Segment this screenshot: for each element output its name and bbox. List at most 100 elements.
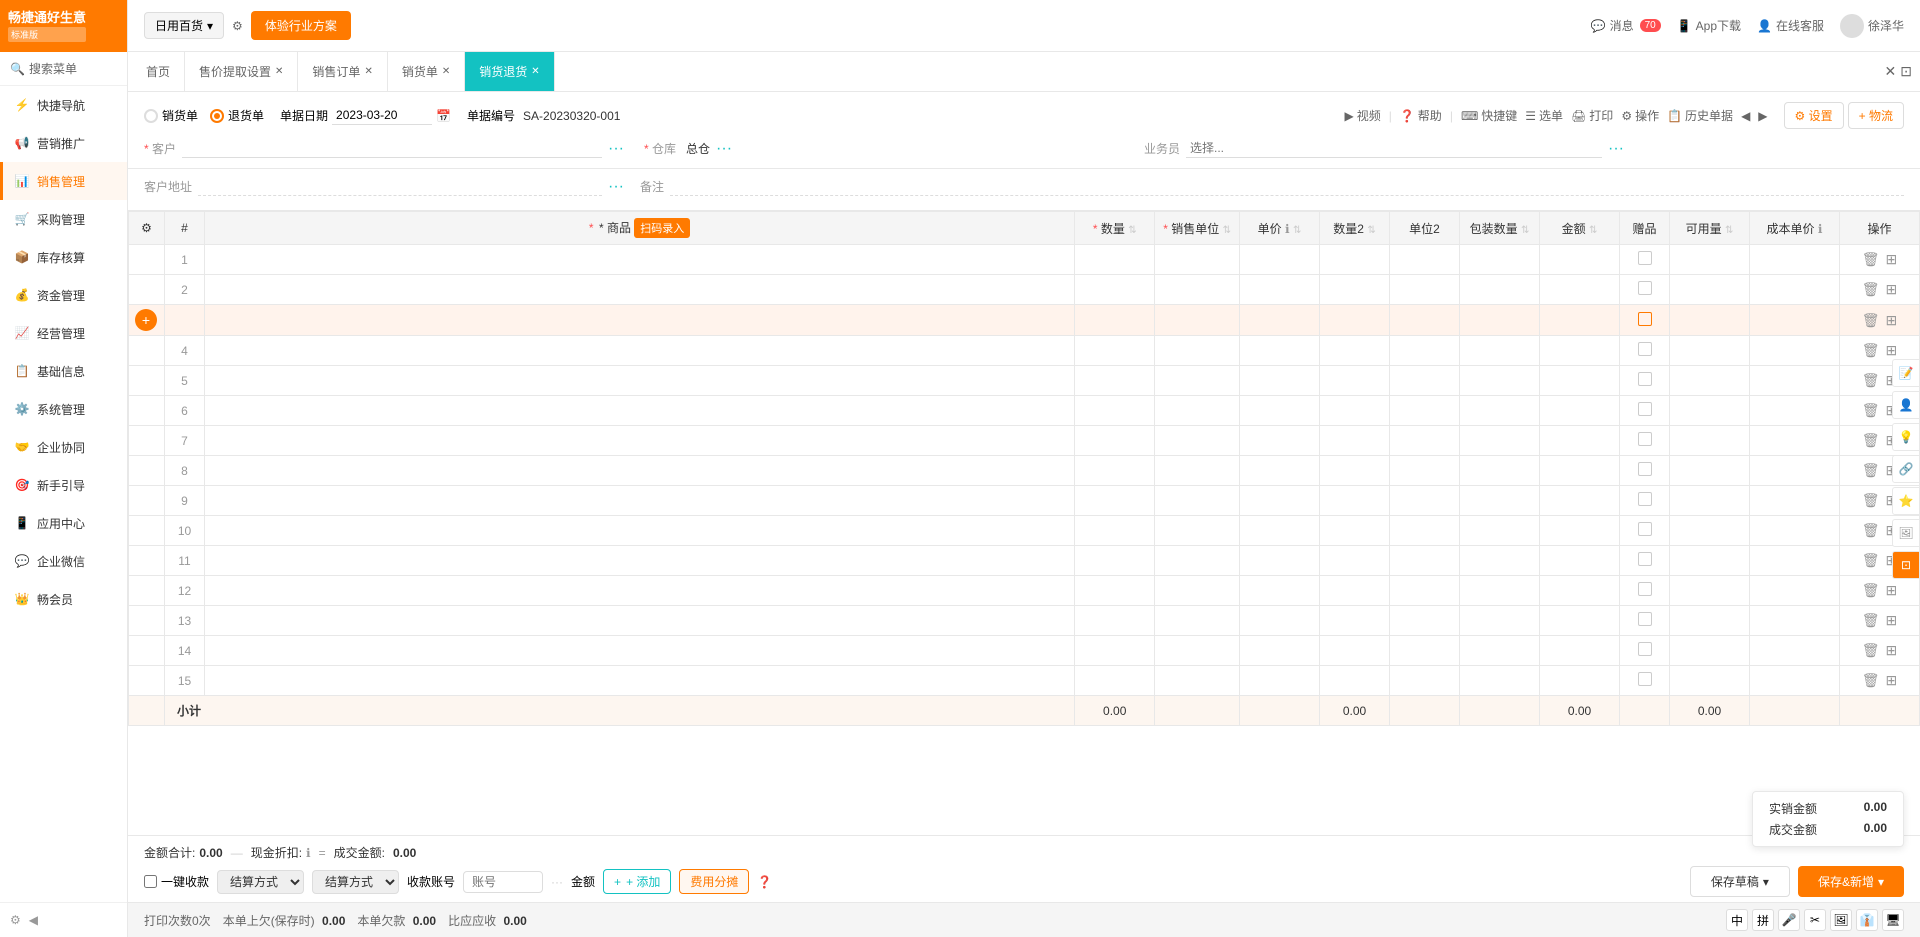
row-3-gift-checkbox[interactable] (1638, 312, 1652, 326)
col-sale-unit-header[interactable]: * 销售单位 ⇅ (1155, 212, 1240, 245)
footer-icon-4[interactable]: ✂ (1804, 909, 1826, 931)
tab-sale-price-setting[interactable]: 售价提取设置 ✕ (185, 52, 298, 91)
avail-sort-icon[interactable]: ⇅ (1725, 225, 1733, 236)
sidebar-item-purchase-mgmt[interactable]: 🛒 采购管理 (0, 200, 127, 238)
row-2-goods[interactable] (205, 275, 1075, 305)
settings-bottom-icon[interactable]: ⚙ (10, 913, 21, 927)
row-3-gift[interactable] (1620, 305, 1670, 336)
footer-icon-1[interactable]: 中 (1726, 909, 1748, 931)
cash-discount-info-icon[interactable]: ℹ (306, 846, 311, 860)
row-gift-checkbox[interactable] (1638, 552, 1652, 566)
sidebar-item-search-menu[interactable]: 🔍 搜索菜单 (0, 52, 127, 86)
tab-sale-return-close[interactable]: ✕ (531, 66, 539, 77)
row-2-amount[interactable] (1540, 275, 1620, 305)
warehouse-select-btn[interactable]: ··· (716, 140, 732, 158)
row-3-copy-icon[interactable]: ⊞ (1886, 312, 1898, 329)
delete-icon[interactable]: 🗑 (1862, 342, 1880, 359)
row-gift-checkbox[interactable] (1638, 522, 1652, 536)
row-2-unit[interactable] (1155, 275, 1240, 305)
sidebar-item-inventory[interactable]: 📦 库存核算 (0, 238, 127, 276)
delete-icon[interactable]: 🗑 (1862, 522, 1880, 539)
row-1-gift-checkbox[interactable] (1638, 251, 1652, 265)
col-pack-header[interactable]: 包装数量 ⇅ (1460, 212, 1540, 245)
copy-icon[interactable]: ⊞ (1886, 612, 1898, 629)
set-btn[interactable]: ⚙ 设置 (1784, 102, 1844, 129)
footer-icon-6[interactable]: 👔 (1856, 909, 1878, 931)
expense-split-btn[interactable]: 费用分摊 (679, 869, 749, 894)
sidebar-item-sys-mgmt[interactable]: ⚙️ 系统管理 (0, 390, 127, 428)
row-2-qty2[interactable] (1320, 275, 1390, 305)
sidebar-item-ops[interactable]: 📈 经营管理 (0, 314, 127, 352)
row-3-pack[interactable] (1460, 305, 1540, 336)
message-item[interactable]: 💬 消息 70 (1591, 17, 1661, 34)
one-click-pay-checkbox[interactable]: 一键收款 (144, 873, 209, 890)
row-3-unit2[interactable] (1390, 305, 1460, 336)
close-all-tabs-btn[interactable]: ✕ (1885, 63, 1897, 80)
customer-address-select-btn[interactable]: ··· (608, 178, 624, 196)
row-1-qty2[interactable] (1320, 245, 1390, 275)
tab-sale-return[interactable]: 销货退货 ✕ (465, 52, 554, 91)
collapse-icon[interactable]: ◀ (29, 913, 38, 927)
copy-icon[interactable]: ⊞ (1886, 342, 1898, 359)
delete-icon[interactable]: 🗑 (1862, 552, 1880, 569)
row-3-goods[interactable] (205, 305, 1075, 336)
delete-icon[interactable]: 🗑 (1862, 642, 1880, 659)
pack-sort-icon[interactable]: ⇅ (1521, 225, 1529, 236)
delete-icon[interactable]: 🗑 (1862, 582, 1880, 599)
row-2-gift[interactable] (1620, 275, 1670, 305)
footer-icon-2[interactable]: 拼 (1752, 909, 1774, 931)
row-gift-checkbox[interactable] (1638, 402, 1652, 416)
customer-select-btn[interactable]: ··· (608, 140, 624, 158)
row-2-delete-icon[interactable]: 🗑 (1862, 281, 1880, 298)
row-3-price[interactable] (1240, 305, 1320, 336)
sidebar-item-basic-info[interactable]: 📋 基础信息 (0, 352, 127, 390)
row-3-qty[interactable] (1075, 305, 1155, 336)
salesperson-select-btn[interactable]: ··· (1608, 140, 1624, 158)
right-edge-item-1[interactable]: 📝 (1892, 359, 1920, 387)
copy-icon[interactable]: ⊞ (1886, 642, 1898, 659)
row-1-unit[interactable] (1155, 245, 1240, 275)
row-1-qty[interactable] (1075, 245, 1155, 275)
col-settings-header[interactable]: ⚙ (129, 212, 165, 245)
expense-info-icon[interactable]: ❓ (757, 875, 772, 889)
row-1-pack[interactable] (1460, 245, 1540, 275)
tab-sale-price-setting-close[interactable]: ✕ (275, 66, 283, 77)
toolbar-operate[interactable]: ⚙ 操作 (1621, 107, 1659, 124)
industry-select[interactable]: 日用百货 ▾ (144, 12, 224, 39)
right-edge-item-7[interactable]: ⊡ (1892, 551, 1920, 579)
row-3-qty2[interactable] (1320, 305, 1390, 336)
row-1-amount[interactable] (1540, 245, 1620, 275)
row-1-goods[interactable] (205, 245, 1075, 275)
delete-icon[interactable]: 🗑 (1862, 372, 1880, 389)
toolbar-shortcut[interactable]: ⌨ 快捷键 (1461, 107, 1517, 124)
row-2-copy-icon[interactable]: ⊞ (1886, 281, 1898, 298)
sidebar-item-member[interactable]: 👑 畅会员 (0, 580, 127, 618)
qty2-sort-icon[interactable]: ⇅ (1367, 225, 1375, 236)
right-edge-item-3[interactable]: 💡 (1892, 423, 1920, 451)
qty-sort-icon[interactable]: ⇅ (1128, 225, 1136, 236)
row-gift-checkbox[interactable] (1638, 492, 1652, 506)
sidebar-item-app-center[interactable]: 📱 应用中心 (0, 504, 127, 542)
prev-record-btn[interactable]: ◀ (1741, 109, 1750, 123)
right-edge-item-4[interactable]: 🔗 (1892, 455, 1920, 483)
toolbar-print[interactable]: 🖨 打印 (1571, 107, 1613, 124)
app-download-item[interactable]: 📱 App下载 (1677, 17, 1741, 34)
delete-icon[interactable]: 🗑 (1862, 402, 1880, 419)
price-info-icon[interactable]: ℹ (1285, 222, 1290, 236)
user-profile[interactable]: 徐泽华 (1840, 14, 1904, 38)
radio-return[interactable]: 退货单 (210, 107, 264, 124)
row-gift-checkbox[interactable] (1638, 642, 1652, 656)
price-sort-icon[interactable]: ⇅ (1293, 225, 1301, 236)
row-3-goods-input[interactable] (211, 313, 1068, 327)
toolbar-video[interactable]: ▶ 视频 (1344, 107, 1380, 124)
scan-input-btn[interactable]: 扫码录入 (634, 218, 690, 238)
sidebar-item-enterprise[interactable]: 🤝 企业协同 (0, 428, 127, 466)
save-new-btn[interactable]: 保存&新增 ▾ (1798, 866, 1904, 897)
row-2-price[interactable] (1240, 275, 1320, 305)
col-unit2-header[interactable]: 单位2 (1390, 212, 1460, 245)
right-edge-item-6[interactable]: 🖼 (1892, 519, 1920, 547)
right-edge-item-2[interactable]: 👤 (1892, 391, 1920, 419)
experience-btn[interactable]: 体验行业方案 (251, 11, 351, 40)
footer-icon-7[interactable]: 🖥 (1882, 909, 1904, 931)
sidebar-item-marketing[interactable]: 📢 营销推广 (0, 124, 127, 162)
